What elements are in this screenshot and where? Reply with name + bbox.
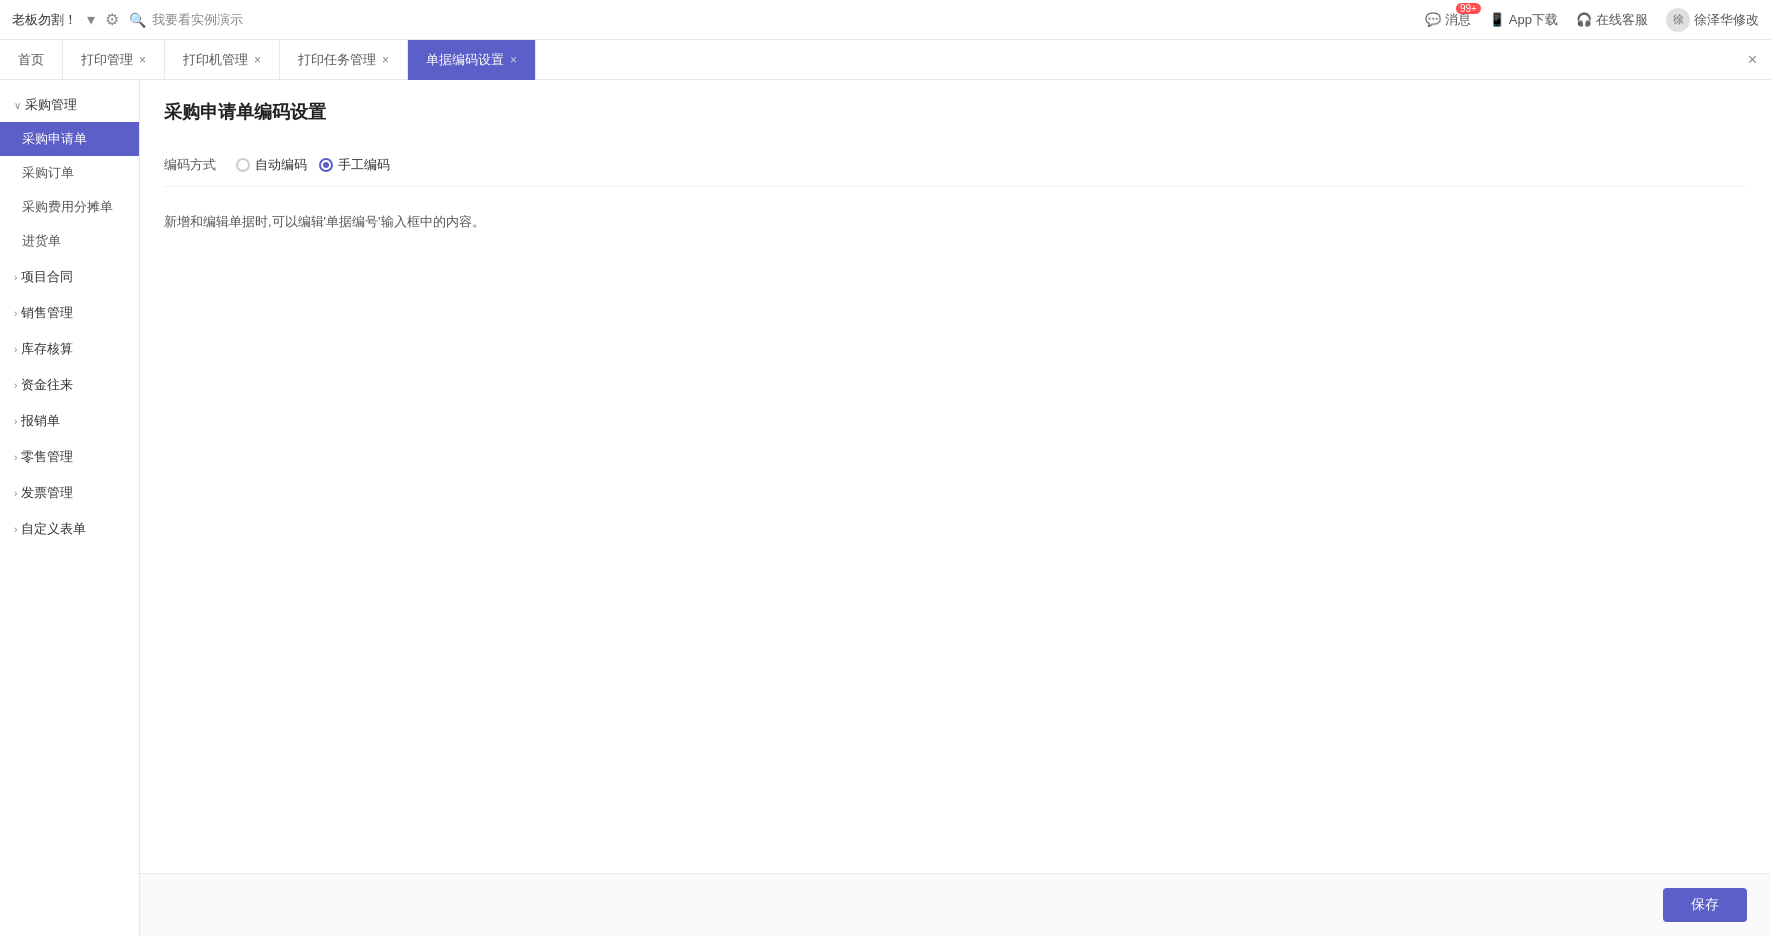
tab-print-task-mgmt-close[interactable]: × xyxy=(382,53,389,67)
tab-home[interactable]: 首页 xyxy=(0,40,63,80)
sidebar-item-receipt-label: 进货单 xyxy=(22,233,61,248)
chevron-down-icon: ∨ xyxy=(14,100,21,111)
sidebar-group-purchase-mgmt-title[interactable]: ∨ 采购管理 xyxy=(0,88,139,122)
chevron-right-icon-3: › xyxy=(14,344,17,355)
top-bar-left: 老板勿割！ ▾ ⚙ 🔍 我要看实例演示 xyxy=(12,10,243,29)
user-name: 徐泽华修改 xyxy=(1694,11,1759,29)
top-bar-right: 💬 消息 99+ 📱 App下载 🎧 在线客服 徐 徐泽华修改 xyxy=(1425,8,1759,32)
sidebar-item-receipt[interactable]: 进货单 xyxy=(0,224,139,258)
sidebar-group-project-contract-title[interactable]: › 项目合同 xyxy=(0,260,139,294)
sidebar-group-invoice-mgmt-label: 发票管理 xyxy=(21,484,73,502)
content-footer: 保存 xyxy=(140,873,1771,936)
sidebar-group-custom-forms: › 自定义表单 xyxy=(0,512,139,546)
sidebar-item-purchase-expense[interactable]: 采购费用分摊单 xyxy=(0,190,139,224)
close-all-tabs-button[interactable]: × xyxy=(1734,51,1771,69)
app-download-button[interactable]: 📱 App下载 xyxy=(1489,11,1558,29)
page-title: 采购申请单编码设置 xyxy=(164,100,1747,124)
chevron-right-icon-6: › xyxy=(14,452,17,463)
chevron-right-icon: › xyxy=(14,272,17,283)
tab-print-mgmt-close[interactable]: × xyxy=(139,53,146,67)
tab-printer-mgmt-label: 打印机管理 xyxy=(183,51,248,69)
content-area: 采购申请单编码设置 编码方式 自动编码 手工编码 新增和编辑单据时,可以编辑'单… xyxy=(140,80,1771,936)
tab-single-code-settings-close[interactable]: × xyxy=(510,53,517,67)
chevron-right-icon-5: › xyxy=(14,416,17,427)
sidebar-group-custom-forms-label: 自定义表单 xyxy=(21,520,86,538)
dropdown-icon[interactable]: ▾ xyxy=(87,10,95,29)
sidebar-group-inventory-label: 库存核算 xyxy=(21,340,73,358)
sidebar-group-fund-flow-title[interactable]: › 资金往来 xyxy=(0,368,139,402)
manual-code-radio[interactable] xyxy=(319,158,333,172)
sidebar-item-purchase-order[interactable]: 采购订单 xyxy=(0,156,139,190)
sidebar-item-purchase-request-label: 采购申请单 xyxy=(22,131,87,146)
avatar: 徐 xyxy=(1666,8,1690,32)
tab-printer-mgmt[interactable]: 打印机管理 × xyxy=(165,40,280,80)
tab-print-task-mgmt-label: 打印任务管理 xyxy=(298,51,376,69)
main-layout: ∨ 采购管理 采购申请单 采购订单 采购费用分摊单 进货单 › 项目合同 xyxy=(0,80,1771,936)
app-download-label: App下载 xyxy=(1509,11,1558,29)
sidebar-group-custom-forms-title[interactable]: › 自定义表单 xyxy=(0,512,139,546)
sidebar-group-invoice-mgmt-title[interactable]: › 发票管理 xyxy=(0,476,139,510)
auto-code-radio[interactable] xyxy=(236,158,250,172)
chevron-right-icon-2: › xyxy=(14,308,17,319)
sidebar-group-sales-mgmt-label: 销售管理 xyxy=(21,304,73,322)
description-text: 新增和编辑单据时,可以编辑'单据编号'输入框中的内容。 xyxy=(164,203,1747,241)
sidebar: ∨ 采购管理 采购申请单 采购订单 采购费用分摊单 进货单 › 项目合同 xyxy=(0,80,140,936)
sidebar-item-purchase-order-label: 采购订单 xyxy=(22,165,74,180)
chevron-right-icon-8: › xyxy=(14,524,17,535)
coding-method-label: 编码方式 xyxy=(164,156,216,174)
manual-code-option[interactable]: 手工编码 xyxy=(319,156,390,174)
chevron-right-icon-7: › xyxy=(14,488,17,499)
sidebar-group-retail-mgmt-title[interactable]: › 零售管理 xyxy=(0,440,139,474)
sidebar-group-inventory: › 库存核算 xyxy=(0,332,139,366)
tab-home-label: 首页 xyxy=(18,51,44,69)
sidebar-group-retail-mgmt: › 零售管理 xyxy=(0,440,139,474)
sidebar-group-project-contract: › 项目合同 xyxy=(0,260,139,294)
sidebar-group-fund-flow: › 资金往来 xyxy=(0,368,139,402)
messages-button[interactable]: 💬 消息 99+ xyxy=(1425,11,1471,29)
sidebar-group-fund-flow-label: 资金往来 xyxy=(21,376,73,394)
sidebar-group-inventory-title[interactable]: › 库存核算 xyxy=(0,332,139,366)
online-service-label: 在线客服 xyxy=(1596,11,1648,29)
app-download-icon: 📱 xyxy=(1489,12,1505,27)
sidebar-item-purchase-expense-label: 采购费用分摊单 xyxy=(22,199,113,214)
tab-print-task-mgmt[interactable]: 打印任务管理 × xyxy=(280,40,408,80)
user-menu[interactable]: 徐 徐泽华修改 xyxy=(1666,8,1759,32)
tab-print-mgmt-label: 打印管理 xyxy=(81,51,133,69)
sidebar-group-purchase-mgmt-label: 采购管理 xyxy=(25,96,77,114)
chevron-right-icon-4: › xyxy=(14,380,17,391)
settings-icon[interactable]: ⚙ xyxy=(105,10,119,29)
save-button[interactable]: 保存 xyxy=(1663,888,1747,922)
sidebar-group-expense-title[interactable]: › 报销单 xyxy=(0,404,139,438)
sidebar-item-purchase-request[interactable]: 采购申请单 xyxy=(0,122,139,156)
sidebar-group-invoice-mgmt: › 发票管理 xyxy=(0,476,139,510)
sidebar-group-sales-mgmt-title[interactable]: › 销售管理 xyxy=(0,296,139,330)
tab-bar: 首页 打印管理 × 打印机管理 × 打印任务管理 × 单据编码设置 × × xyxy=(0,40,1771,80)
tab-single-code-settings[interactable]: 单据编码设置 × xyxy=(408,40,536,80)
sidebar-group-expense-label: 报销单 xyxy=(21,412,60,430)
search-bar[interactable]: 🔍 我要看实例演示 xyxy=(129,11,243,29)
search-text: 我要看实例演示 xyxy=(152,11,243,29)
messages-icon: 💬 xyxy=(1425,12,1441,27)
manual-code-label: 手工编码 xyxy=(338,156,390,174)
tab-printer-mgmt-close[interactable]: × xyxy=(254,53,261,67)
top-bar: 老板勿割！ ▾ ⚙ 🔍 我要看实例演示 💬 消息 99+ 📱 App下载 🎧 在… xyxy=(0,0,1771,40)
sidebar-group-expense: › 报销单 xyxy=(0,404,139,438)
content-inner: 采购申请单编码设置 编码方式 自动编码 手工编码 新增和编辑单据时,可以编辑'单… xyxy=(140,80,1771,873)
auto-code-option[interactable]: 自动编码 xyxy=(236,156,307,174)
sidebar-group-project-contract-label: 项目合同 xyxy=(21,268,73,286)
tab-single-code-settings-label: 单据编码设置 xyxy=(426,51,504,69)
coding-method-section: 编码方式 自动编码 手工编码 xyxy=(164,144,1747,187)
service-icon: 🎧 xyxy=(1576,12,1592,27)
app-title: 老板勿割！ xyxy=(12,11,77,29)
sidebar-group-sales-mgmt: › 销售管理 xyxy=(0,296,139,330)
tab-print-mgmt[interactable]: 打印管理 × xyxy=(63,40,165,80)
online-service-button[interactable]: 🎧 在线客服 xyxy=(1576,11,1648,29)
search-icon: 🔍 xyxy=(129,12,146,28)
sidebar-group-retail-mgmt-label: 零售管理 xyxy=(21,448,73,466)
auto-code-label: 自动编码 xyxy=(255,156,307,174)
messages-badge: 99+ xyxy=(1456,3,1481,14)
sidebar-group-purchase-mgmt: ∨ 采购管理 采购申请单 采购订单 采购费用分摊单 进货单 xyxy=(0,88,139,258)
